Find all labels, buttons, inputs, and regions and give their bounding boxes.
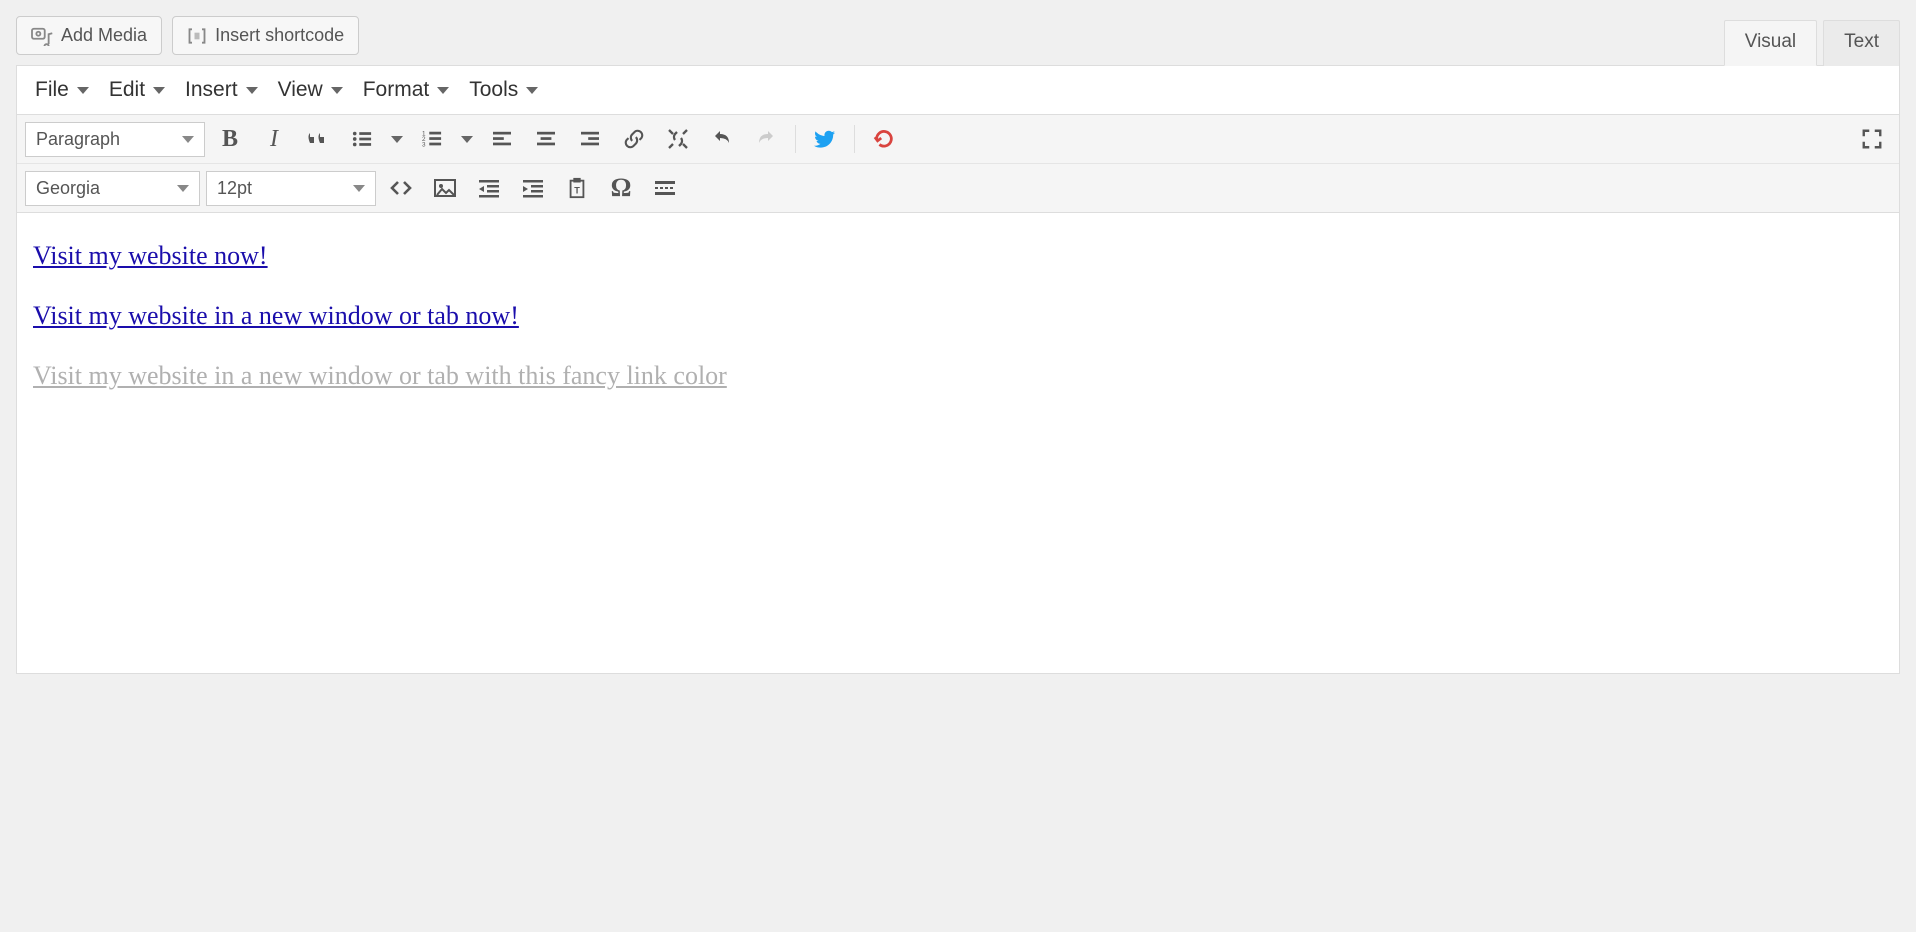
menu-insert[interactable]: Insert: [177, 72, 266, 108]
special-char-button[interactable]: Ω: [602, 170, 640, 206]
editor-content[interactable]: Visit my website now! Visit my website i…: [17, 213, 1899, 673]
tab-text-label: Text: [1844, 31, 1879, 52]
font-size-value: 12pt: [217, 178, 252, 199]
menu-tools[interactable]: Tools: [461, 72, 546, 108]
tab-visual-label: Visual: [1745, 31, 1796, 52]
caret-down-icon: [461, 136, 473, 143]
bullet-list-menu[interactable]: [387, 121, 407, 157]
font-family-select[interactable]: Georgia: [25, 171, 200, 206]
bold-button[interactable]: B: [211, 121, 249, 157]
restore-button[interactable]: [865, 121, 903, 157]
svg-text:T: T: [574, 186, 580, 196]
read-more-button[interactable]: [646, 170, 684, 206]
caret-down-icon: [526, 87, 538, 94]
insert-shortcode-button[interactable]: Insert shortcode: [172, 16, 359, 55]
menubar: File Edit Insert View Format Tools: [17, 66, 1899, 115]
bullet-list-button[interactable]: [343, 121, 381, 157]
numbered-list-menu[interactable]: [457, 121, 477, 157]
twitter-button[interactable]: [806, 121, 844, 157]
add-media-label: Add Media: [61, 25, 147, 46]
menu-format[interactable]: Format: [355, 72, 458, 108]
source-code-button[interactable]: [382, 170, 420, 206]
toolbar-row-1: Paragraph B I 123: [17, 115, 1899, 164]
content-link-3[interactable]: Visit my website in a new window or tab …: [33, 361, 727, 390]
caret-down-icon: [246, 87, 258, 94]
align-center-button[interactable]: [527, 121, 565, 157]
insert-image-button[interactable]: [426, 170, 464, 206]
align-right-button[interactable]: [571, 121, 609, 157]
block-format-select[interactable]: Paragraph: [25, 122, 205, 157]
camera-music-icon: [31, 26, 53, 46]
separator: [854, 125, 855, 153]
caret-down-icon: [331, 87, 343, 94]
svg-text:3: 3: [422, 141, 426, 148]
link-button[interactable]: [615, 121, 653, 157]
caret-down-icon: [153, 87, 165, 94]
font-size-select[interactable]: 12pt: [206, 171, 376, 206]
editor-mode-tabs: Visual Text: [1718, 19, 1900, 65]
caret-down-icon: [182, 136, 194, 143]
fullscreen-button[interactable]: [1853, 121, 1891, 157]
editor-container: File Edit Insert View Format Tools Parag…: [16, 65, 1900, 674]
caret-down-icon: [353, 185, 365, 192]
tab-text[interactable]: Text: [1823, 20, 1900, 66]
caret-down-icon: [437, 87, 449, 94]
align-left-button[interactable]: [483, 121, 521, 157]
separator: [795, 125, 796, 153]
redo-button[interactable]: [747, 121, 785, 157]
indent-button[interactable]: [514, 170, 552, 206]
undo-button[interactable]: [703, 121, 741, 157]
font-family-value: Georgia: [36, 178, 100, 199]
menu-edit[interactable]: Edit: [101, 72, 173, 108]
toolbar-row-2: Georgia 12pt T Ω: [17, 164, 1899, 213]
shortcode-icon: [187, 26, 207, 46]
caret-down-icon: [77, 87, 89, 94]
content-link-2[interactable]: Visit my website in a new window or tab …: [33, 301, 519, 330]
tab-visual[interactable]: Visual: [1724, 20, 1817, 66]
menu-file[interactable]: File: [27, 72, 97, 108]
unlink-button[interactable]: [659, 121, 697, 157]
block-format-value: Paragraph: [36, 129, 120, 150]
add-media-button[interactable]: Add Media: [16, 16, 162, 55]
paste-text-button[interactable]: T: [558, 170, 596, 206]
insert-shortcode-label: Insert shortcode: [215, 25, 344, 46]
caret-down-icon: [177, 185, 189, 192]
numbered-list-button[interactable]: 123: [413, 121, 451, 157]
caret-down-icon: [391, 136, 403, 143]
blockquote-button[interactable]: [299, 121, 337, 157]
outdent-button[interactable]: [470, 170, 508, 206]
menu-view[interactable]: View: [270, 72, 351, 108]
italic-button[interactable]: I: [255, 121, 293, 157]
content-link-1[interactable]: Visit my website now!: [33, 241, 268, 270]
